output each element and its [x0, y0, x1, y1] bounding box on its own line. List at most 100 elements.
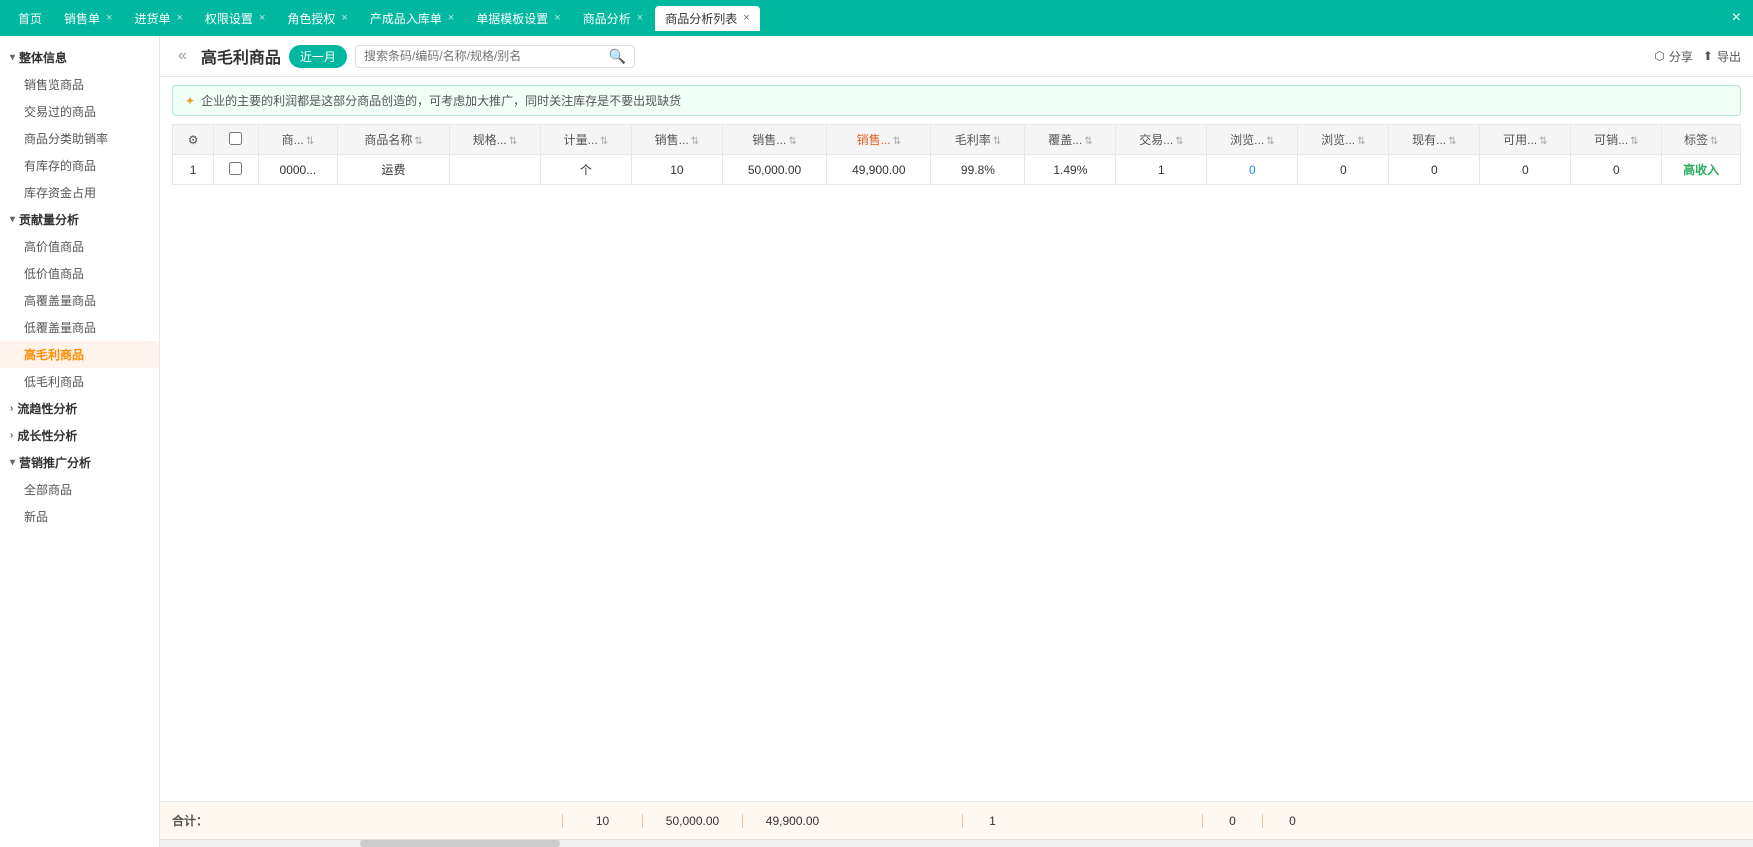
sidebar-section-flow-label: 流趋性分析 — [17, 400, 77, 417]
nav-production[interactable]: 产成品入库单 × — [360, 6, 464, 31]
share-button[interactable]: ⬡ 分享 — [1654, 48, 1693, 65]
product-table: ⚙ 商...⇅ 商品名称⇅ 规格...⇅ 计量...⇅ 销售...⇅ 销售...… — [172, 124, 1741, 185]
col-spec[interactable]: 规格...⇅ — [449, 125, 540, 155]
share-label: 分享 — [1669, 48, 1693, 65]
sidebar-item-low-value[interactable]: 低价值商品 — [0, 260, 159, 287]
sidebar-item-low-coverage[interactable]: 低覆盖量商品 — [0, 314, 159, 341]
page-title: 高毛利商品 — [201, 44, 281, 68]
arrow-icon: ▾ — [10, 52, 15, 63]
cell-name: 运费 — [338, 155, 450, 185]
nav-production-label: 产成品入库单 — [370, 10, 442, 27]
col-sales-profit[interactable]: 销售...⇅ — [827, 125, 931, 155]
nav-roles[interactable]: 角色授权 × — [277, 6, 357, 31]
cell-sales-profit: 49,900.00 — [827, 155, 931, 185]
sidebar-section-growth[interactable]: › 成长性分析 — [0, 422, 159, 449]
col-tag[interactable]: 标签⇅ — [1662, 125, 1741, 155]
info-banner-text: 企业的主要的利润都是这部分商品创造的，可考虑加大推广，同时关注库存是不要出现缺货 — [201, 92, 681, 109]
cell-sellable-stock: 0 — [1571, 155, 1662, 185]
cell-current-stock: 0 — [1389, 155, 1480, 185]
footer-summary: 合计： 10 50,000.00 49,900.00 1 0 0 — [160, 801, 1753, 839]
nav-purchase-label: 进货单 — [134, 10, 170, 27]
col-coverage[interactable]: 覆盖...⇅ — [1025, 125, 1116, 155]
col-settings[interactable]: ⚙ — [173, 125, 214, 155]
export-icon: ⬆ — [1703, 49, 1713, 63]
nav-roles-label: 角色授权 — [287, 10, 335, 27]
col-code[interactable]: 商...⇅ — [258, 125, 338, 155]
col-name[interactable]: 商品名称⇅ — [338, 125, 450, 155]
sidebar-item-high-margin[interactable]: 高毛利商品 — [0, 341, 159, 368]
sidebar-item-stock-fund[interactable]: 库存资金占用 — [0, 179, 159, 206]
nav-permissions-close[interactable]: × — [259, 12, 265, 24]
nav-product-analysis-close[interactable]: × — [637, 12, 643, 24]
sidebar-section-contribution[interactable]: ▾ 贡献量分析 — [0, 206, 159, 233]
nav-template[interactable]: 单据模板设置 × — [466, 6, 570, 31]
nav-production-close[interactable]: × — [448, 12, 454, 24]
sidebar-item-high-value[interactable]: 高价值商品 — [0, 233, 159, 260]
col-current-stock[interactable]: 现有...⇅ — [1389, 125, 1480, 155]
sidebar-item-traded[interactable]: 交易过的商品 — [0, 98, 159, 125]
nav-product-analysis-label: 商品分析 — [583, 10, 631, 27]
sidebar-section-flow[interactable]: › 流趋性分析 — [0, 395, 159, 422]
sidebar-item-category-rate[interactable]: 商品分类助销率 — [0, 125, 159, 152]
select-all-checkbox[interactable] — [229, 132, 242, 145]
cell-sales-qty: 10 — [631, 155, 722, 185]
export-label: 导出 — [1717, 48, 1741, 65]
nav-home[interactable]: 首页 — [8, 6, 52, 31]
col-available-stock[interactable]: 可用...⇅ — [1480, 125, 1571, 155]
sidebar-item-high-coverage[interactable]: 高覆盖量商品 — [0, 287, 159, 314]
nav-product-analysis-list-close[interactable]: × — [743, 12, 749, 24]
nav-permissions[interactable]: 权限设置 × — [195, 6, 275, 31]
sidebar-section-general[interactable]: ▾ 整体信息 — [0, 44, 159, 71]
nav-template-close[interactable]: × — [554, 12, 560, 24]
col-gross-margin[interactable]: 毛利率⇅ — [931, 125, 1025, 155]
sidebar-item-all-products[interactable]: 全部商品 — [0, 476, 159, 503]
horizontal-scrollbar[interactable] — [160, 839, 1753, 847]
sidebar-section-marketing-label: 营销推广分析 — [19, 454, 91, 471]
main-content: « 高毛利商品 近一月 🔍 ⬡ 分享 ⬆ 导出 ✦ 企业的主要的利润都是这部 — [160, 36, 1753, 847]
search-icon[interactable]: 🔍 — [609, 48, 626, 65]
nav-roles-close[interactable]: × — [341, 12, 347, 24]
window-close-button[interactable]: × — [1728, 5, 1745, 31]
footer-available-stock: 0 — [1202, 814, 1262, 828]
sidebar-section-marketing[interactable]: ▾ 营销推广分析 — [0, 449, 159, 476]
row-checkbox[interactable] — [229, 162, 242, 175]
sidebar-item-sales-overview[interactable]: 销售览商品 — [0, 71, 159, 98]
col-transaction[interactable]: 交易...⇅ — [1116, 125, 1207, 155]
table-header-row: ⚙ 商...⇅ 商品名称⇅ 规格...⇅ 计量...⇅ 销售...⇅ 销售...… — [173, 125, 1741, 155]
content-header: « 高毛利商品 近一月 🔍 ⬡ 分享 ⬆ 导出 — [160, 36, 1753, 77]
sidebar-section-growth-label: 成长性分析 — [17, 427, 77, 444]
nav-product-analysis[interactable]: 商品分析 × — [573, 6, 653, 31]
col-views1[interactable]: 浏览...⇅ — [1207, 125, 1298, 155]
top-navigation: 首页 销售单 × 进货单 × 权限设置 × 角色授权 × 产成品入库单 × 单据… — [0, 0, 1753, 36]
filter-month-button[interactable]: 近一月 — [289, 45, 347, 68]
sidebar-section-contribution-label: 贡献量分析 — [19, 211, 79, 228]
nav-product-analysis-list-label: 商品分析列表 — [665, 10, 737, 27]
nav-sales[interactable]: 销售单 × — [54, 6, 122, 31]
nav-purchase[interactable]: 进货单 × — [124, 6, 192, 31]
sidebar-collapse-button[interactable]: « — [172, 45, 193, 67]
cell-gross-margin: 99.8% — [931, 155, 1025, 185]
sidebar-item-low-margin[interactable]: 低毛利商品 — [0, 368, 159, 395]
cell-checkbox[interactable] — [214, 155, 258, 185]
scrollbar-thumb[interactable] — [360, 840, 560, 847]
nav-product-analysis-list[interactable]: 商品分析列表 × — [655, 6, 759, 31]
col-views2[interactable]: 浏览...⇅ — [1298, 125, 1389, 155]
col-unit[interactable]: 计量...⇅ — [540, 125, 631, 155]
footer-transaction: 1 — [962, 814, 1022, 828]
export-button[interactable]: ⬆ 导出 — [1703, 48, 1741, 65]
arrow-icon-marketing: ▾ — [10, 457, 15, 468]
arrow-icon-growth: › — [10, 430, 13, 441]
search-box: 🔍 — [355, 45, 635, 68]
sidebar-item-new-products[interactable]: 新品 — [0, 503, 159, 530]
cell-views1[interactable]: 0 — [1207, 155, 1298, 185]
col-sellable-stock[interactable]: 可销...⇅ — [1571, 125, 1662, 155]
col-sales-qty[interactable]: 销售...⇅ — [631, 125, 722, 155]
main-layout: ▾ 整体信息 销售览商品 交易过的商品 商品分类助销率 有库存的商品 库存资金占… — [0, 36, 1753, 847]
nav-purchase-close[interactable]: × — [176, 12, 182, 24]
col-sales-amount[interactable]: 销售...⇅ — [722, 125, 826, 155]
sidebar-item-in-stock[interactable]: 有库存的商品 — [0, 152, 159, 179]
cell-index: 1 — [173, 155, 214, 185]
nav-sales-close[interactable]: × — [106, 12, 112, 24]
search-input[interactable] — [364, 49, 605, 63]
cell-coverage: 1.49% — [1025, 155, 1116, 185]
